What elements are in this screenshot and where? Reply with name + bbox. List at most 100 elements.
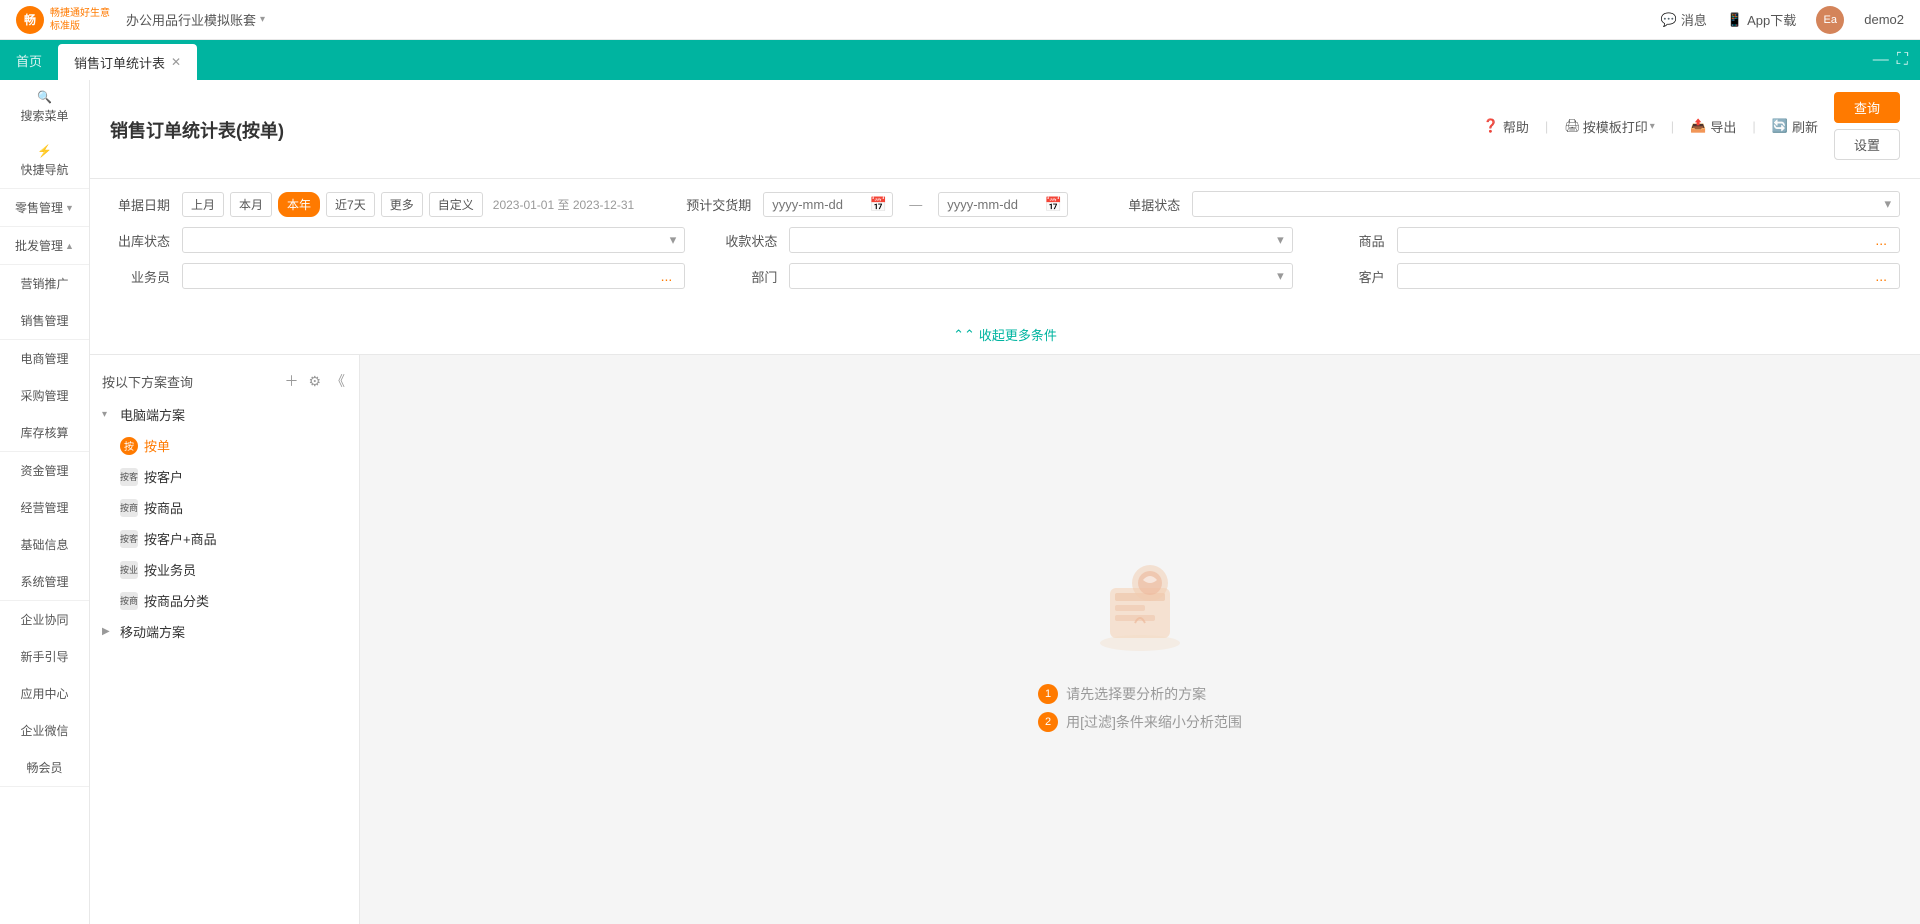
sidebar-item-wholesale-mgmt[interactable]: 批发管理 ▲ [0, 227, 89, 264]
left-panel-title: 按以下方案查询 [102, 372, 276, 391]
by-sales-badge: 按业 [120, 561, 138, 579]
settings-scheme-button[interactable]: ⚙ [306, 371, 323, 392]
user-name[interactable]: demo2 [1864, 12, 1904, 27]
calendar-start-icon: 📅 [870, 196, 887, 213]
customer-ellipsis-icon[interactable]: ... [1871, 268, 1891, 284]
date-btn-last-month[interactable]: 上月 [182, 192, 224, 217]
tab-home-label: 首页 [16, 51, 42, 70]
product-ellipsis-icon[interactable]: ... [1871, 232, 1891, 248]
collapse-button[interactable]: ⌃⌃ 收起更多条件 [953, 325, 1057, 344]
shipping-status-chevron-icon: ▾ [670, 232, 677, 248]
sidebar-item-ops[interactable]: 经营管理 [0, 489, 89, 526]
collapse-up-icon: ⌃⌃ [953, 327, 975, 343]
pc-solutions-expand-icon: ▾ [102, 409, 114, 420]
sidebar-app-center-label: 应用中心 [20, 685, 68, 702]
tree-item-by-product[interactable]: 按商 按商品 [90, 492, 359, 523]
tree-item-pc-solutions[interactable]: ▾ 电脑端方案 [90, 399, 359, 430]
payment-status-select[interactable]: ▾ [789, 227, 1292, 253]
query-button[interactable]: 查询 [1834, 92, 1900, 123]
tab-sales-stats[interactable]: 销售订单统计表 ✕ [58, 44, 197, 80]
tree-item-by-customer-product[interactable]: 按客 按客户+商品 [90, 523, 359, 554]
sidebar-item-purchase[interactable]: 采购管理 [0, 377, 89, 414]
tree-item-by-order[interactable]: 按 按单 [90, 430, 359, 461]
customer-select[interactable]: ... [1397, 263, 1900, 289]
logo-icon: 畅 [16, 6, 44, 34]
date-btn-last-7[interactable]: 近7天 [326, 192, 375, 217]
sidebar-item-enterprise-wechat[interactable]: 企业微信 [0, 712, 89, 749]
sidebar-members-label: 畅会员 [26, 759, 62, 776]
estimated-delivery-label: 预计交货期 [686, 195, 751, 214]
tab-close-icon[interactable]: ✕ [171, 55, 181, 69]
pc-solutions-label: 电脑端方案 [120, 405, 185, 424]
template-print-button[interactable]: 🖨 按模板打印 ▾ [1564, 117, 1655, 136]
date-btn-custom[interactable]: 自定义 [429, 192, 483, 217]
sidebar-item-ecommerce[interactable]: 电商管理 [0, 340, 89, 377]
date-btn-more[interactable]: 更多 [381, 192, 423, 217]
hint-1-text: 请先选择要分析的方案 [1066, 684, 1206, 704]
sidebar-item-members[interactable]: 畅会员 [0, 749, 89, 786]
sidebar-item-inventory[interactable]: 库存核算 [0, 414, 89, 451]
workspace-selector[interactable]: 办公用品行业模拟账套 ▾ [126, 10, 1645, 29]
department-select[interactable]: ▾ [789, 263, 1292, 289]
sidebar-item-retail-mgmt[interactable]: 零售管理 ▼ [0, 189, 89, 226]
sidebar-wholesale-label: 批发管理 [15, 237, 63, 254]
export-button[interactable]: 📤 导出 [1690, 117, 1736, 136]
app-download-button[interactable]: 📱 App下载 [1727, 10, 1796, 29]
tab-minimize-button[interactable]: — [1873, 51, 1889, 69]
sidebar-search-menu-label: 搜索菜单 [20, 107, 68, 124]
tab-maximize-button[interactable]: ⛶ [1897, 51, 1908, 69]
refresh-button[interactable]: 🔄 刷新 [1772, 117, 1818, 136]
message-button[interactable]: 💬 消息 [1661, 10, 1707, 29]
sidebar-item-finance[interactable]: 资金管理 [0, 452, 89, 489]
top-bar: 畅 畅捷通好生意标准版 办公用品行业模拟账套 ▾ 💬 消息 📱 App下载 Ea… [0, 0, 1920, 40]
help-icon: ❓ [1483, 118, 1499, 134]
empty-state: 1 请先选择要分析的方案 2 用[过滤]条件来缩小分析范围 [360, 355, 1920, 924]
sidebar-item-system[interactable]: 系统管理 [0, 563, 89, 600]
retail-expand-icon: ▼ [65, 203, 74, 213]
salesperson-label: 业务员 [110, 267, 170, 286]
sidebar-item-enterprise-collab[interactable]: 企业协同 [0, 601, 89, 638]
tab-home[interactable]: 首页 [0, 40, 58, 80]
collapse-panel-button[interactable]: 《 [329, 369, 347, 393]
by-customer-badge: 按客 [120, 468, 138, 486]
product-select[interactable]: ... [1397, 227, 1900, 253]
message-label: 消息 [1681, 10, 1707, 29]
sidebar-item-sales-mgmt[interactable]: 销售管理 [0, 302, 89, 339]
delivery-date-start-wrapper: 📅 [763, 192, 893, 217]
template-print-label: 按模板打印 [1583, 117, 1648, 136]
department-label: 部门 [717, 267, 777, 286]
date-btn-this-year[interactable]: 本年 [278, 192, 320, 217]
tree-item-mobile-solutions[interactable]: ▶ 移动端方案 [90, 616, 359, 647]
search-menu-icon: 🔍 [37, 90, 52, 104]
collapse-label: 收起更多条件 [979, 325, 1057, 344]
help-button[interactable]: ❓ 帮助 [1483, 117, 1529, 136]
sidebar-item-quick-nav[interactable]: ⚡ 快捷导航 [0, 134, 89, 188]
shipping-status-select[interactable]: ▾ [182, 227, 685, 253]
sidebar-item-search-menu[interactable]: 🔍 搜索菜单 [0, 80, 89, 134]
tree-item-by-product-category[interactable]: 按商 按商品分类 [90, 585, 359, 616]
order-status-select[interactable]: ▾ [1192, 191, 1900, 217]
sidebar-item-onboarding[interactable]: 新手引导 [0, 638, 89, 675]
settings-button[interactable]: 设置 [1834, 129, 1900, 160]
add-scheme-button[interactable]: ＋ [282, 369, 300, 393]
page-header: 销售订单统计表(按单) ❓ 帮助 | 🖨 按模板打印 ▾ | 📤 导出 | [90, 80, 1920, 179]
sidebar-item-basic-info[interactable]: 基础信息 [0, 526, 89, 563]
salesperson-select[interactable]: ... [182, 263, 685, 289]
tree-item-by-customer[interactable]: 按客 按客户 [90, 461, 359, 492]
avatar-initials: Ea [1824, 14, 1837, 26]
filter-area: 单据日期 上月 本月 本年 近7天 更多 自定义 2023-01-01 至 20… [90, 179, 1920, 311]
export-label: 导出 [1710, 117, 1736, 136]
sidebar-section-ecommerce: 电商管理 采购管理 库存核算 [0, 340, 89, 452]
refresh-icon: 🔄 [1772, 118, 1788, 134]
sidebar-item-marketing[interactable]: 营销推广 [0, 265, 89, 302]
sidebar-section-enterprise: 企业协同 新手引导 应用中心 企业微信 畅会员 [0, 601, 89, 787]
department-chevron-icon: ▾ [1277, 268, 1284, 284]
sidebar-item-app-center[interactable]: 应用中心 [0, 675, 89, 712]
salesperson-ellipsis-icon[interactable]: ... [657, 268, 677, 284]
mobile-solutions-label: 移动端方案 [120, 622, 185, 641]
template-print-icon: 🖨 [1564, 118, 1581, 134]
date-btn-this-month[interactable]: 本月 [230, 192, 272, 217]
page-title: 销售订单统计表(按单) [110, 117, 1483, 143]
tree-item-by-salesperson[interactable]: 按业 按业务员 [90, 554, 359, 585]
empty-hints: 1 请先选择要分析的方案 2 用[过滤]条件来缩小分析范围 [1038, 684, 1242, 732]
